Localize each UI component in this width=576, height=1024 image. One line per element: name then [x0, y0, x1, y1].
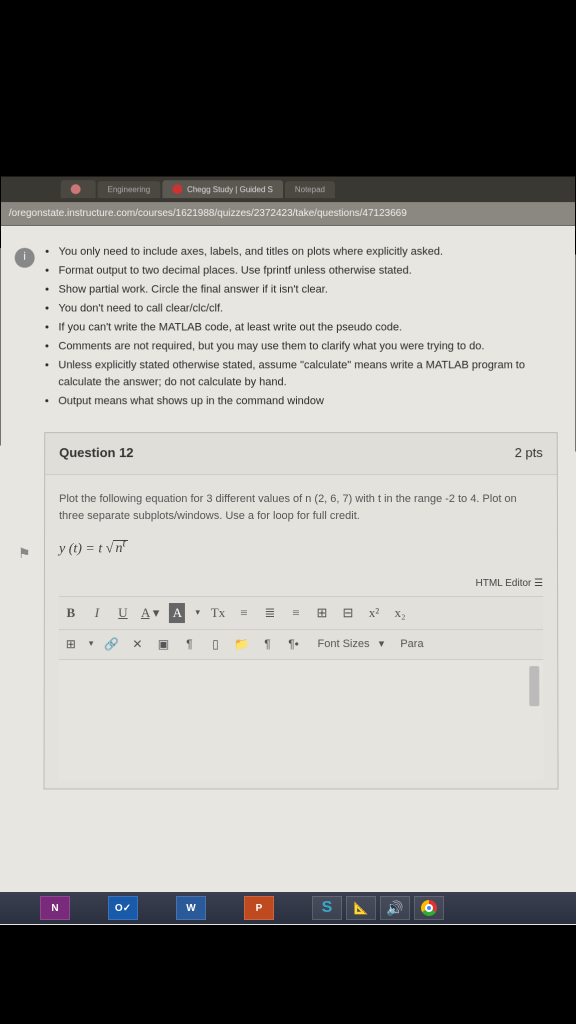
image-button[interactable]: ▣	[155, 637, 171, 651]
matlab-icon: 📐	[354, 901, 369, 915]
browser-window: Engineering Chegg Study | Guided S Notep…	[0, 176, 576, 925]
instruction-item: Show partial work. Circle the final answ…	[59, 282, 558, 299]
outdent-button[interactable]: ⊟	[340, 603, 356, 623]
tab-strip: Engineering Chegg Study | Guided S Notep…	[1, 176, 575, 202]
flag-icon[interactable]: ⚑	[18, 543, 34, 559]
instruction-item: Unless explicitly stated otherwise state…	[58, 358, 557, 392]
tab-favicon	[172, 184, 182, 194]
superscript-button[interactable]: x²	[366, 603, 382, 623]
table-button[interactable]: ⊞	[63, 637, 79, 651]
align-left-button[interactable]: ≡	[236, 603, 252, 623]
editor-textarea[interactable]	[59, 660, 544, 780]
italic-button[interactable]: I	[89, 603, 105, 623]
windows-taskbar: N O✓ W P S 📐 🔊	[0, 892, 576, 924]
link-button[interactable]: 🔗	[103, 637, 119, 651]
equation: y (t) = t √nt	[59, 535, 543, 560]
instruction-item: Comments are not required, but you may u…	[58, 339, 557, 356]
taskbar-spacer	[6, 896, 36, 920]
powerpoint-taskbar-button[interactable]: P	[244, 896, 274, 920]
taskbar-spacer	[74, 896, 104, 920]
skype-taskbar-button[interactable]: S	[312, 896, 342, 920]
onenote-taskbar-button[interactable]: N	[40, 896, 70, 920]
taskbar-spacer	[210, 896, 240, 920]
instruction-item: Format output to two decimal places. Use…	[59, 263, 558, 280]
instruction-item: You only need to include axes, labels, a…	[59, 244, 558, 261]
bold-button[interactable]: B	[63, 603, 79, 623]
question-prompt: Plot the following equation for 3 differ…	[59, 491, 543, 525]
instruction-item: If you can't write the MATLAB code, at l…	[58, 320, 557, 337]
outlook-taskbar-button[interactable]: O✓	[108, 896, 138, 920]
info-icon: i	[15, 248, 35, 268]
address-bar[interactable]: /oregonstate.instructure.com/courses/162…	[1, 202, 575, 226]
editor-toolbar-2: ⊞▾ 🔗 ✕ ▣ ¶ ▯ 📁 ¶ ¶• Font Sizes ▾ Para	[59, 630, 543, 660]
taskbar-spacer	[278, 896, 308, 920]
unlink-button[interactable]: ✕	[129, 637, 145, 651]
indent-button[interactable]: ⊞	[314, 603, 330, 623]
browser-tab[interactable]	[61, 180, 96, 198]
subscript-button[interactable]: x₂	[392, 603, 408, 623]
code-button[interactable]: ▯	[207, 637, 223, 651]
question-body: Plot the following equation for 3 differ…	[44, 475, 557, 789]
scrollbar-thumb[interactable]	[529, 666, 539, 706]
browser-tab[interactable]: Notepad	[285, 181, 335, 198]
pilcrow-button[interactable]: ¶	[181, 637, 197, 651]
browser-tab[interactable]: Engineering	[98, 181, 161, 198]
matlab-taskbar-button[interactable]: 📐	[346, 896, 376, 920]
question-header: Question 12 2 pts	[45, 434, 557, 475]
word-taskbar-button[interactable]: W	[176, 896, 206, 920]
instruction-item: You don't need to call clear/clc/clf.	[58, 301, 557, 318]
tab-favicon	[71, 184, 81, 194]
page-content: i You only need to include axes, labels,…	[0, 226, 576, 925]
editor-toolbar-1: B I U A ▾ A▾ Tx ≡ ≣ ≡ ⊞ ⊟ x² x₂	[59, 596, 543, 630]
speaker-icon: 🔊	[386, 900, 403, 917]
rtl-button[interactable]: ¶•	[286, 637, 302, 651]
fontcolor-button[interactable]: A ▾	[141, 603, 159, 623]
instruction-list: You only need to include axes, labels, a…	[58, 244, 557, 411]
paragraph-select[interactable]: Para	[400, 636, 423, 653]
question-points: 2 pts	[515, 444, 543, 464]
chrome-icon	[421, 900, 437, 916]
chrome-taskbar-button[interactable]	[414, 896, 444, 920]
editor-mode-toggle[interactable]: HTML Editor ☰	[59, 576, 543, 592]
instruction-item: Output means what shows up in the comman…	[58, 394, 557, 411]
highlight-button[interactable]: A	[169, 603, 185, 623]
underline-button[interactable]: U	[115, 603, 131, 623]
ltr-button[interactable]: ¶	[260, 637, 276, 651]
fontsize-select[interactable]: Font Sizes ▾	[318, 636, 385, 653]
align-right-button[interactable]: ≡	[288, 603, 304, 623]
browser-tab[interactable]: Chegg Study | Guided S	[162, 180, 283, 198]
folder-button[interactable]: 📁	[233, 637, 249, 651]
align-center-button[interactable]: ≣	[262, 603, 278, 623]
volume-button[interactable]: 🔊	[380, 896, 410, 920]
url-text: /oregonstate.instructure.com/courses/162…	[9, 208, 407, 219]
clearformat-button[interactable]: Tx	[210, 603, 226, 623]
taskbar-spacer	[142, 896, 172, 920]
question-title: Question 12	[59, 444, 133, 464]
question-card: Question 12 2 pts Plot the following equ…	[43, 433, 558, 790]
